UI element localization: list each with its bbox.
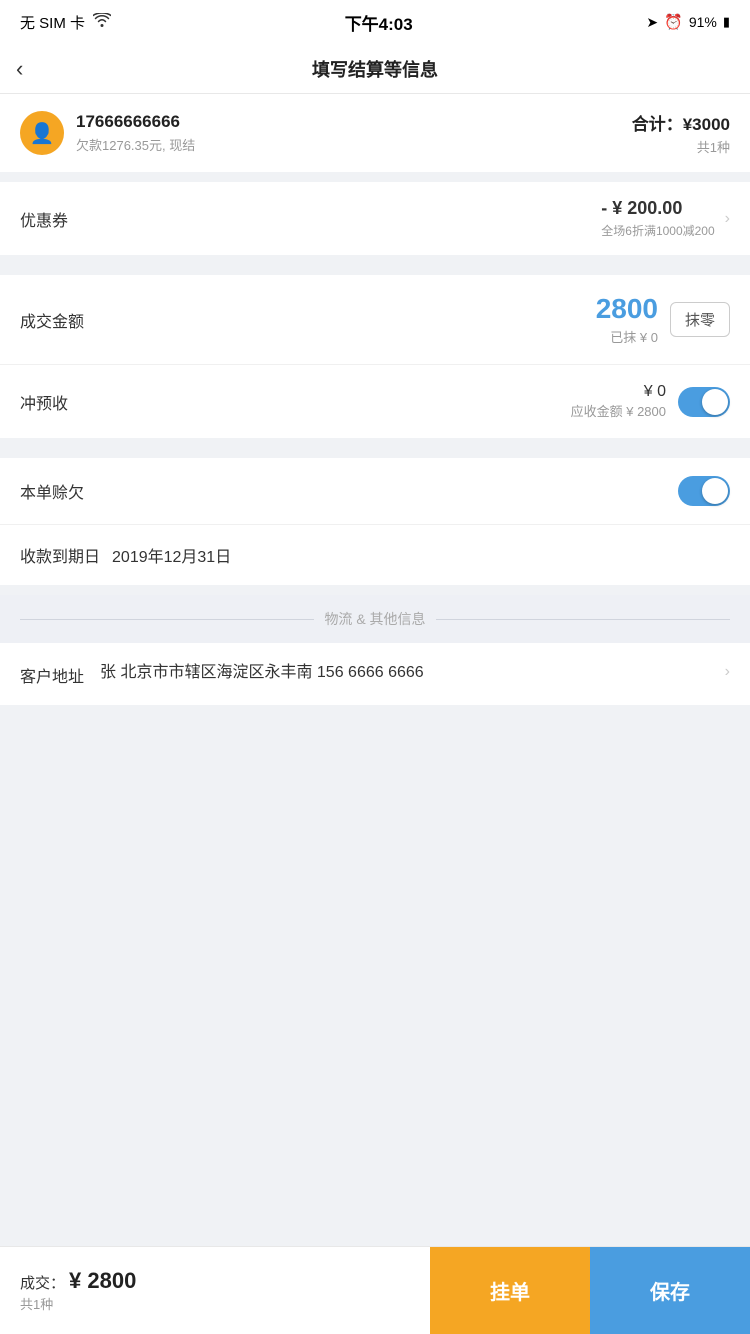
bottom-deal-label: 成交：: [20, 1272, 65, 1293]
back-button[interactable]: ‹: [16, 56, 23, 82]
duedate-section: 收款到期日 2019年12月31日: [0, 525, 750, 595]
avatar: 👤: [20, 111, 64, 155]
address-value: 张 北京市市辖区海淀区永丰南 156 6666 6666: [100, 661, 715, 685]
writeoff-label: 本单赊欠: [20, 479, 84, 503]
prepay-sub: 应收金额 ¥ 2800: [571, 401, 666, 420]
total-amount: 合计：¥3000: [632, 110, 730, 135]
deal-amount-label: 成交金额: [20, 308, 84, 332]
writeoff-toggle-knob: [702, 478, 728, 504]
customer-details: 17666666666 欠款1276.35元, 现结: [76, 112, 195, 154]
coupon-chevron-icon: ›: [725, 210, 730, 228]
alarm-icon: ⏰: [664, 13, 683, 31]
bottom-info: 成交： ¥ 2800 共1种: [0, 1268, 430, 1313]
writeoff-section: 本单赊欠: [0, 458, 750, 525]
main-content: 👤 17666666666 欠款1276.35元, 现结 合计：¥3000 共1…: [0, 94, 750, 925]
page-header: ‹ 填写结算等信息: [0, 44, 750, 94]
coupon-label: 优惠券: [20, 207, 68, 231]
bottom-count: 共1种: [20, 1294, 410, 1313]
divider-1: [0, 265, 750, 275]
toggle-knob: [702, 389, 728, 415]
customer-info-left: 👤 17666666666 欠款1276.35元, 现结: [20, 111, 195, 155]
page-title: 填写结算等信息: [312, 56, 438, 82]
status-bar: 无 SIM 卡 下午4:03 ➤ ⏰ 91% ▮: [0, 0, 750, 44]
coupon-right: - ¥ 200.00 全场6折满1000减200 ›: [601, 198, 730, 239]
address-section[interactable]: 客户地址 张 北京市市辖区海淀区永丰南 156 6666 6666 ›: [0, 643, 750, 705]
address-chevron-icon: ›: [725, 663, 730, 681]
writeoff-toggle[interactable]: [678, 476, 730, 506]
deal-amount-value: 2800: [596, 293, 658, 325]
logistics-separator: 物流 & 其他信息: [0, 595, 750, 643]
coupon-amount-col: - ¥ 200.00 全场6折满1000减200: [601, 198, 714, 239]
duedate-label: 收款到期日: [20, 543, 100, 567]
duedate-value: 2019年12月31日: [112, 543, 231, 567]
avatar-icon: 👤: [30, 121, 55, 146]
customer-phone: 17666666666: [76, 112, 195, 132]
status-right: ➤ ⏰ 91% ▮: [646, 13, 730, 31]
location-icon: ➤: [646, 14, 658, 31]
prepay-row: 冲预收 ¥ 0 应收金额 ¥ 2800: [0, 365, 750, 438]
sep-line-right: [436, 619, 730, 620]
customer-subtitle: 欠款1276.35元, 现结: [76, 135, 195, 154]
bottom-bar: 成交： ¥ 2800 共1种 挂单 保存: [0, 1246, 750, 1334]
coupon-section: 优惠券 - ¥ 200.00 全场6折满1000减200 ›: [0, 182, 750, 255]
gray-area: [0, 705, 750, 825]
deal-amount-col: 2800 已抹 ¥ 0: [596, 293, 658, 346]
divider-2: [0, 448, 750, 458]
total-count: 共1种: [632, 137, 730, 156]
bottom-amount: ¥ 2800: [69, 1268, 136, 1294]
prepay-right: ¥ 0 应收金额 ¥ 2800: [571, 383, 730, 420]
round-button[interactable]: 抹零: [670, 302, 730, 337]
deal-amount-sub: 已抹 ¥ 0: [596, 327, 658, 346]
prepay-amount: ¥ 0: [571, 383, 666, 401]
amount-section: 成交金额 2800 已抹 ¥ 0 抹零 冲预收 ¥ 0 应收金额 ¥ 2800: [0, 275, 750, 438]
customer-total: 合计：¥3000 共1种: [632, 110, 730, 156]
deal-amount-right: 2800 已抹 ¥ 0 抹零: [596, 293, 730, 346]
battery-icon: ▮: [723, 14, 730, 30]
status-left: 无 SIM 卡: [20, 12, 111, 33]
coupon-amount: - ¥ 200.00: [601, 198, 714, 219]
save-button[interactable]: 保存: [590, 1247, 750, 1334]
status-time: 下午4:03: [345, 10, 413, 35]
sep-line-left: [20, 619, 314, 620]
address-label: 客户地址: [20, 663, 84, 687]
bottom-deal-row: 成交： ¥ 2800: [20, 1268, 410, 1294]
prepay-label: 冲预收: [20, 390, 68, 414]
prepay-amount-col: ¥ 0 应收金额 ¥ 2800: [571, 383, 666, 420]
prepay-toggle[interactable]: [678, 387, 730, 417]
battery-label: 91%: [689, 14, 717, 30]
wifi-icon: [93, 13, 111, 31]
coupon-row[interactable]: 优惠券 - ¥ 200.00 全场6折满1000减200 ›: [0, 182, 750, 255]
customer-card: 👤 17666666666 欠款1276.35元, 现结 合计：¥3000 共1…: [0, 94, 750, 172]
coupon-desc: 全场6折满1000减200: [601, 222, 714, 239]
deal-amount-row: 成交金额 2800 已抹 ¥ 0 抹零: [0, 275, 750, 365]
logistics-label: 物流 & 其他信息: [324, 609, 425, 629]
carrier-label: 无 SIM 卡: [20, 12, 85, 33]
hold-button[interactable]: 挂单: [430, 1247, 590, 1334]
